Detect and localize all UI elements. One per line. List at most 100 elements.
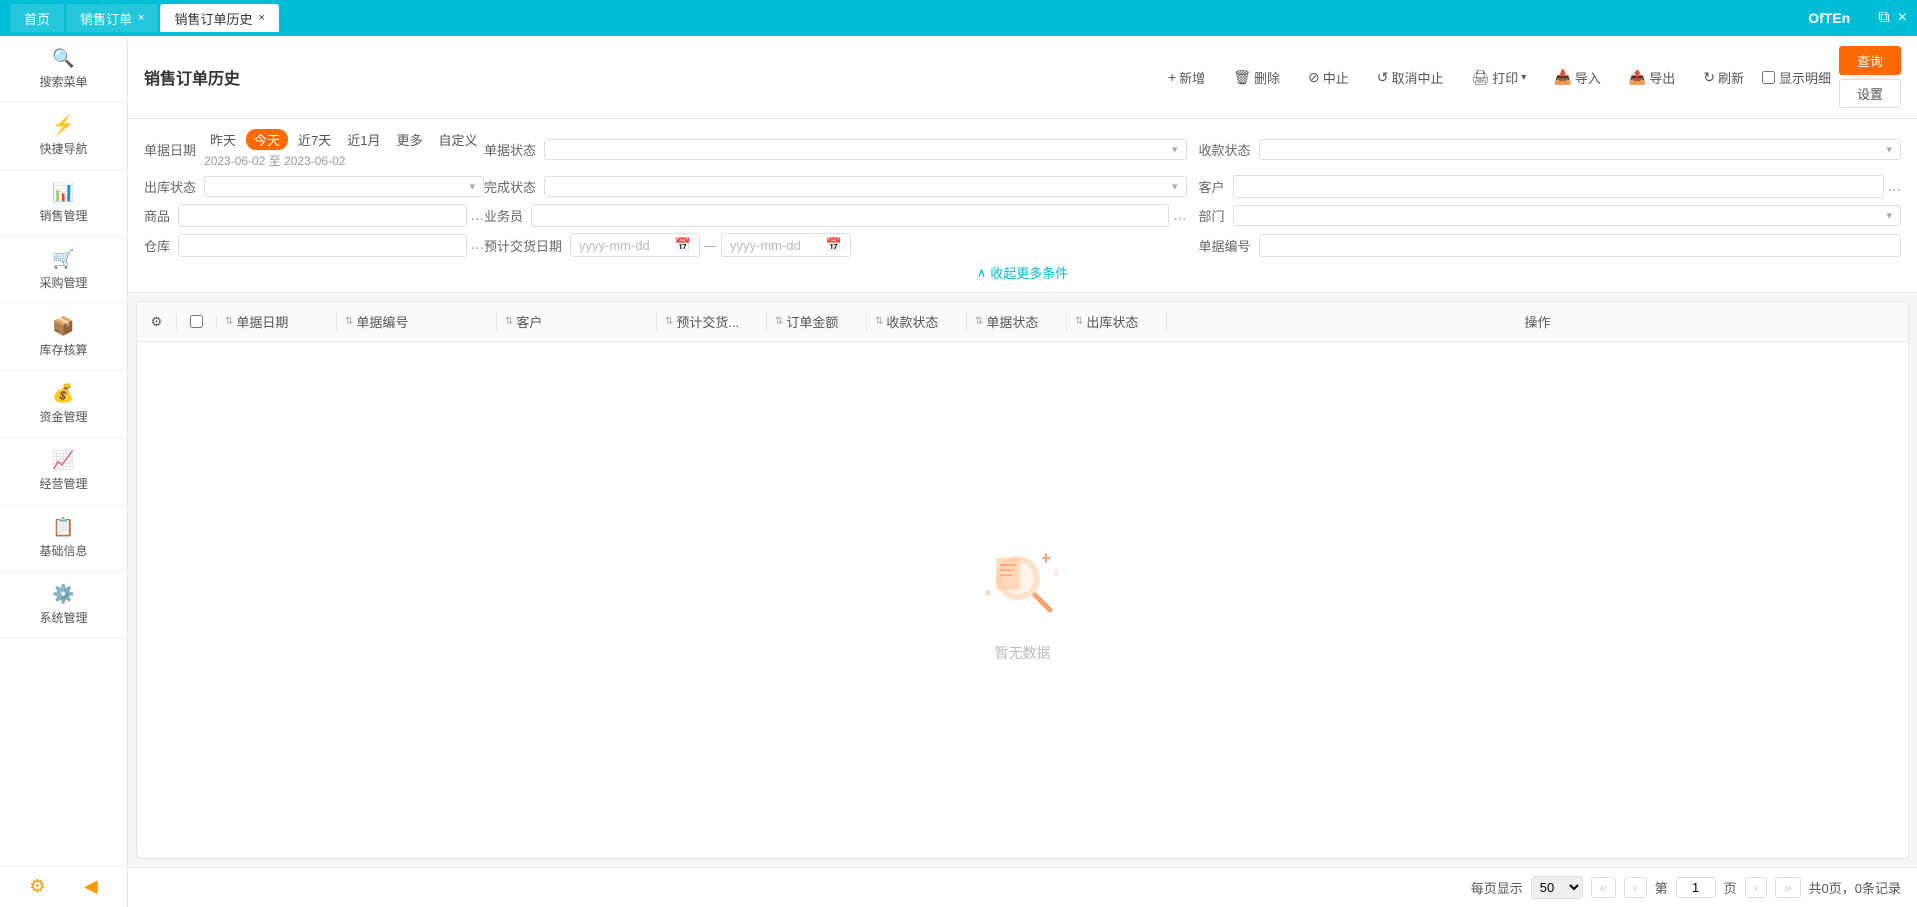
- date-quick-btns: 昨天 今天 近7天 近1月 更多 自定义 2023-06-02 至 2023-0…: [204, 129, 484, 169]
- dept-select[interactable]: ▾: [1233, 205, 1901, 226]
- close-window-btn[interactable]: ×: [1898, 9, 1907, 27]
- close-tab-history[interactable]: ×: [258, 13, 264, 24]
- inventory-icon: 📦: [52, 316, 74, 337]
- sidebar-settings-btn[interactable]: ⚙: [29, 876, 45, 897]
- setting-btn[interactable]: 设置: [1839, 79, 1901, 108]
- page-label: 第: [1655, 878, 1668, 897]
- print-arrow-icon: ▾: [1521, 72, 1526, 83]
- page-number-input[interactable]: 1: [1676, 877, 1716, 898]
- delivery-date-start[interactable]: yyyy-mm-dd 📅: [570, 233, 700, 257]
- sort-icon-amount: ⇅: [775, 316, 783, 327]
- calendar-end-icon[interactable]: 📅: [826, 237, 842, 253]
- sidebar-item-operations-label: 经营管理: [39, 475, 87, 492]
- th-order-status[interactable]: ⇅ 单据状态: [967, 312, 1067, 331]
- sidebar-item-sales-mgmt-label: 销售管理: [39, 207, 87, 224]
- sidebar-item-basic-info[interactable]: 📋 基础信息: [0, 505, 127, 572]
- last-page-btn[interactable]: »: [1775, 877, 1800, 898]
- th-customer[interactable]: ⇅ 客户: [497, 312, 657, 331]
- tab-home[interactable]: 首页: [10, 4, 64, 32]
- th-amount[interactable]: ⇅ 订单金额: [767, 312, 867, 331]
- page-size-select[interactable]: 20 50 100: [1531, 876, 1583, 899]
- order-status-select[interactable]: ▾: [544, 139, 1186, 160]
- out-status-arrow-icon: ▾: [469, 180, 475, 193]
- th-no[interactable]: ⇅ 单据编号: [337, 312, 497, 331]
- sidebar-item-search-menu[interactable]: 🔍 搜索菜单: [0, 36, 127, 103]
- warehouse-input[interactable]: [178, 234, 467, 257]
- sales-mgmt-icon: 📊: [52, 182, 74, 203]
- salesperson-input[interactable]: [531, 204, 1169, 227]
- last1month-btn[interactable]: 近1月: [341, 129, 386, 150]
- th-pay-status[interactable]: ⇅ 收款状态: [867, 312, 967, 331]
- out-status-select[interactable]: ▾: [204, 176, 484, 197]
- calendar-start-icon[interactable]: 📅: [675, 237, 691, 253]
- complete-status-select[interactable]: ▾: [544, 176, 1186, 197]
- out-status-label: 出库状态: [144, 177, 204, 196]
- sidebar-item-finance[interactable]: 💰 资金管理: [0, 371, 127, 438]
- collapse-conditions-btn[interactable]: ∧ 收起更多条件: [144, 263, 1901, 282]
- more-btn[interactable]: 更多: [391, 129, 429, 150]
- salesperson-dots-btn[interactable]: ...: [1173, 207, 1186, 225]
- display-detail-checkbox[interactable]: [1762, 71, 1775, 84]
- sidebar-item-sales-mgmt[interactable]: 📊 销售管理: [0, 170, 127, 237]
- product-input[interactable]: [178, 204, 467, 227]
- th-checkbox[interactable]: [177, 315, 217, 328]
- customer-input[interactable]: [1233, 175, 1884, 198]
- pay-status-select[interactable]: ▾: [1259, 139, 1901, 160]
- date-range-display: 2023-06-02 至 2023-06-02: [204, 152, 484, 169]
- order-no-input[interactable]: [1259, 234, 1901, 257]
- th-date[interactable]: ⇅ 单据日期: [217, 312, 337, 331]
- sidebar-item-system-mgmt[interactable]: ⚙️ 系统管理: [0, 572, 127, 639]
- cancel-stop-btn[interactable]: ↺ 取消中止: [1367, 64, 1454, 91]
- page-unit: 页: [1724, 878, 1737, 897]
- export-btn[interactable]: 📤 导出: [1619, 64, 1685, 91]
- gear-icon: ⚙: [151, 314, 163, 330]
- th-delivery[interactable]: ⇅ 预计交货...: [657, 312, 767, 331]
- filter-pay-status-cell: 收款状态 ▾: [1199, 139, 1902, 160]
- refresh-btn[interactable]: ↻ 刷新: [1693, 64, 1754, 91]
- first-page-btn[interactable]: «: [1591, 877, 1616, 898]
- display-detail-checkbox-label[interactable]: 显示明细: [1762, 68, 1831, 87]
- next-page-btn[interactable]: ›: [1745, 877, 1767, 898]
- print-btn[interactable]: 🖨 打印 ▾: [1461, 64, 1536, 91]
- delivery-date-end[interactable]: yyyy-mm-dd 📅: [721, 233, 851, 257]
- sidebar-item-quick-nav[interactable]: ⚡ 快捷导航: [0, 103, 127, 170]
- th-gear[interactable]: ⚙: [137, 314, 177, 330]
- delivery-date-label: 预计交货日期: [484, 236, 570, 255]
- sort-icon-customer: ⇅: [505, 316, 513, 327]
- th-action: 操作: [1167, 312, 1908, 331]
- product-dots-btn[interactable]: ...: [471, 207, 484, 225]
- select-all-checkbox[interactable]: [190, 315, 203, 328]
- import-btn[interactable]: 📥 导入: [1544, 64, 1610, 91]
- complete-status-label: 完成状态: [484, 177, 544, 196]
- operations-icon: 📈: [52, 450, 74, 471]
- sidebar-item-operations[interactable]: 📈 经营管理: [0, 438, 127, 505]
- sidebar-item-search-menu-label: 搜索菜单: [39, 73, 87, 90]
- custom-btn[interactable]: 自定义: [433, 129, 484, 150]
- restore-window-btn[interactable]: ⧉: [1878, 9, 1889, 27]
- pagination: 每页显示 20 50 100 « ‹ 第 1 页 › » 共0页，0条记录: [128, 867, 1917, 907]
- new-icon: +: [1168, 69, 1176, 85]
- warehouse-dots-btn[interactable]: ...: [471, 236, 484, 254]
- sidebar-item-inventory[interactable]: 📦 库存核算: [0, 304, 127, 371]
- sidebar-collapse-btn[interactable]: ◀: [84, 876, 98, 897]
- filter-row-1: 单据日期 昨天 今天 近7天 近1月 更多 自定义 2023-06-02 至 2…: [144, 129, 1901, 169]
- sidebar: 🔍 搜索菜单 ⚡ 快捷导航 📊 销售管理 🛒 采购管理 📦 库存核算 💰 资金管…: [0, 36, 128, 907]
- tab-sales-order-history[interactable]: 销售订单历史 ×: [160, 4, 278, 32]
- new-btn[interactable]: + 新增: [1158, 64, 1215, 91]
- close-tab-sales-order[interactable]: ×: [138, 13, 144, 24]
- main-layout: 🔍 搜索菜单 ⚡ 快捷导航 📊 销售管理 🛒 采购管理 📦 库存核算 💰 资金管…: [0, 36, 1917, 907]
- sort-icon-out: ⇅: [1075, 316, 1083, 327]
- customer-dots-btn[interactable]: ...: [1888, 178, 1901, 196]
- delete-btn[interactable]: 🗑 删除: [1223, 64, 1290, 91]
- query-btn[interactable]: 查询: [1839, 46, 1901, 75]
- prev-page-btn[interactable]: ‹: [1624, 877, 1646, 898]
- today-btn[interactable]: 今天: [246, 129, 288, 150]
- tab-sales-order[interactable]: 销售订单 ×: [66, 4, 158, 32]
- th-out-status[interactable]: ⇅ 出库状态: [1067, 312, 1167, 331]
- yesterday-btn[interactable]: 昨天: [204, 129, 242, 150]
- filter-row-4: 仓库 ... 预计交货日期 yyyy-mm-dd 📅 — yyyy-mm-dd …: [144, 233, 1901, 257]
- customer-label: 客户: [1199, 177, 1233, 196]
- last7-btn[interactable]: 近7天: [292, 129, 337, 150]
- stop-btn[interactable]: ⊘ 中止: [1298, 64, 1359, 91]
- sidebar-item-purchase-mgmt[interactable]: 🛒 采购管理: [0, 237, 127, 304]
